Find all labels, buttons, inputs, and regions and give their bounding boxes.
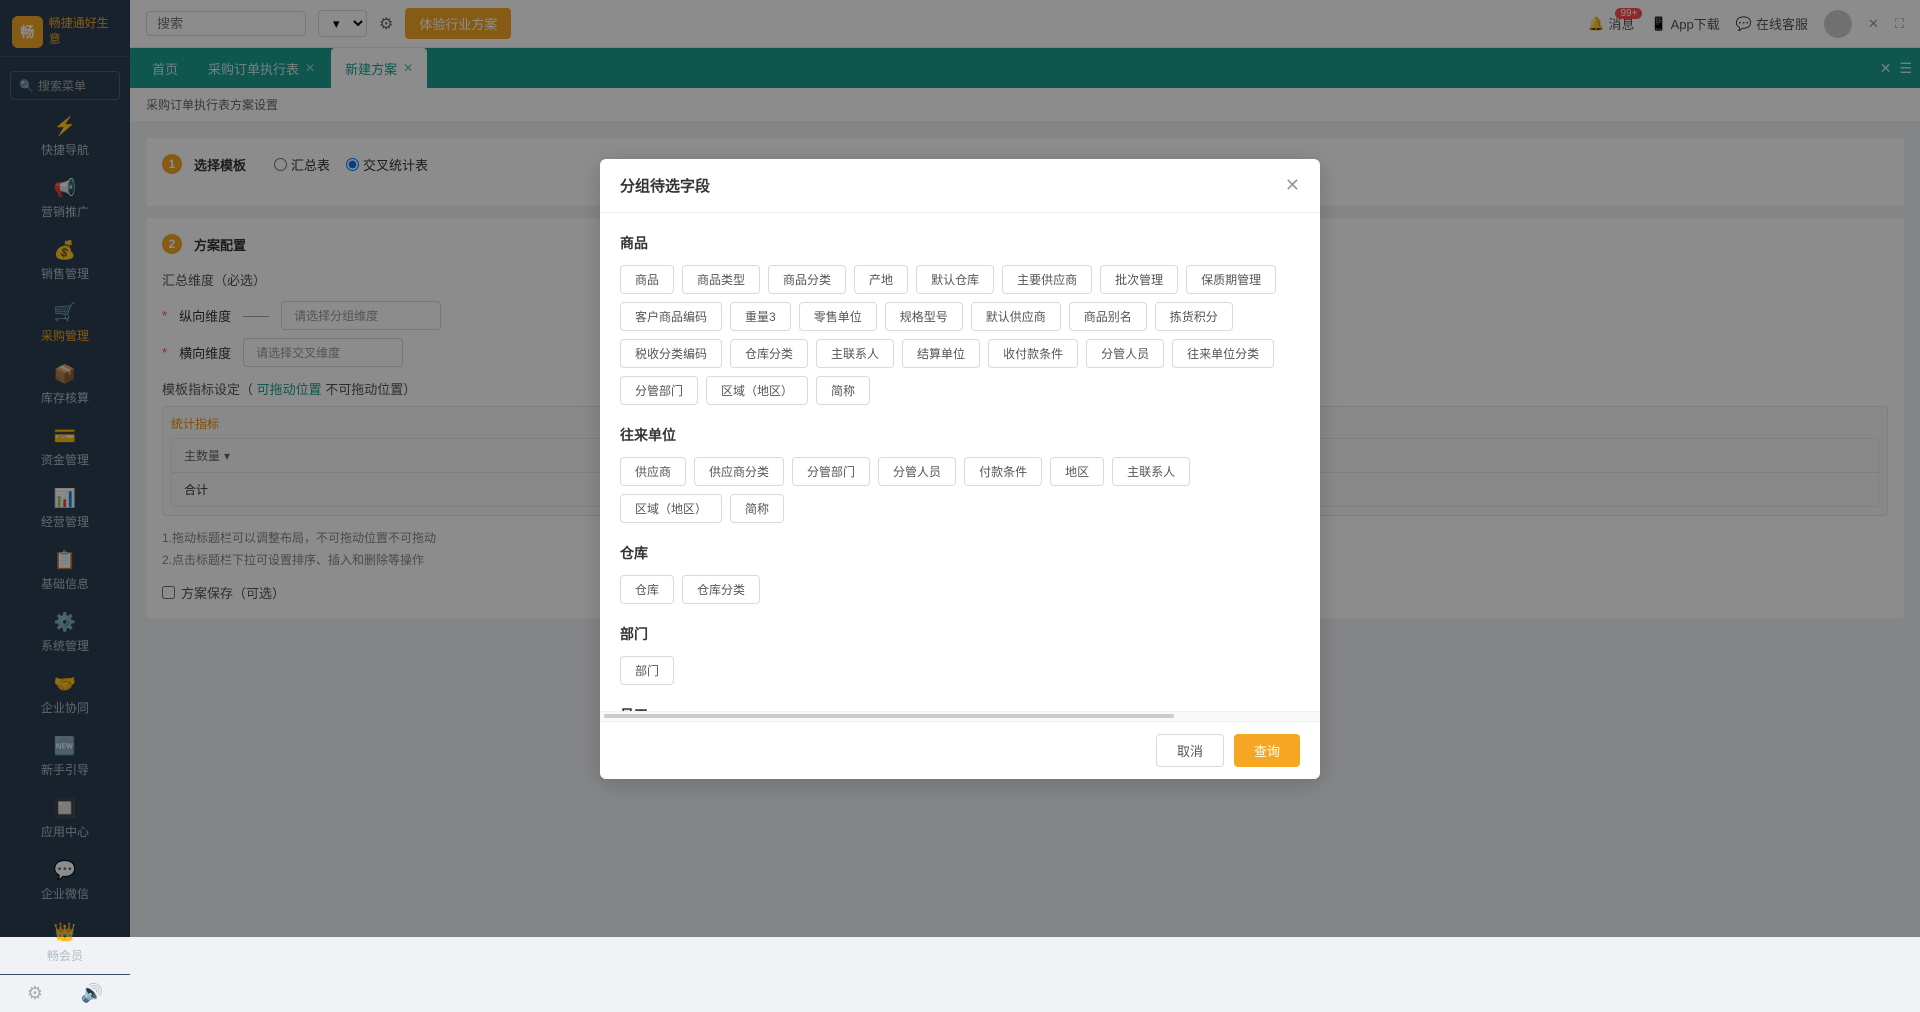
modal-footer: 取消 查询 <box>600 721 1320 779</box>
section-counterpart-tags: 供应商 供应商分类 分管部门 分管人员 付款条件 地区 主联系人 区域（地区） … <box>620 457 1300 523</box>
modal-title: 分组待选字段 <box>620 175 710 196</box>
tag-goods-10[interactable]: 零售单位 <box>799 302 877 331</box>
tag-cp-4[interactable]: 付款条件 <box>964 457 1042 486</box>
tag-goods-16[interactable]: 仓库分类 <box>730 339 808 368</box>
tag-goods-24[interactable]: 简称 <box>816 376 870 405</box>
tag-goods-17[interactable]: 主联系人 <box>816 339 894 368</box>
sidebar-bottom: ⚙ 🔊 <box>0 974 130 1012</box>
section-department-title: 部门 <box>620 624 1300 644</box>
modal-header: 分组待选字段 ✕ <box>600 159 1320 213</box>
tag-cp-7[interactable]: 区域（地区） <box>620 494 722 523</box>
section-goods-title: 商品 <box>620 233 1300 253</box>
tag-goods-7[interactable]: 保质期管理 <box>1186 265 1276 294</box>
modal-horizontal-scrollbar[interactable] <box>600 711 1320 721</box>
tag-goods-21[interactable]: 往来单位分类 <box>1172 339 1274 368</box>
tag-goods-1[interactable]: 商品类型 <box>682 265 760 294</box>
tag-goods-5[interactable]: 主要供应商 <box>1002 265 1092 294</box>
confirm-button[interactable]: 查询 <box>1234 734 1300 767</box>
section-department-tags: 部门 <box>620 656 1300 685</box>
tag-goods-8[interactable]: 客户商品编码 <box>620 302 722 331</box>
section-warehouse: 仓库 仓库 仓库分类 <box>620 543 1300 604</box>
tag-cp-0[interactable]: 供应商 <box>620 457 686 486</box>
cancel-button[interactable]: 取消 <box>1156 734 1224 767</box>
tag-cp-1[interactable]: 供应商分类 <box>694 457 784 486</box>
app-wrapper: 畅 畅捷通好生意 🔍 搜索菜单 ⚡ 快捷导航 📢 营销推广 💰 销售管理 🛒 采… <box>0 0 1920 937</box>
section-goods-tags: 商品 商品类型 商品分类 产地 默认仓库 主要供应商 批次管理 保质期管理 客户… <box>620 265 1300 405</box>
tag-goods-4[interactable]: 默认仓库 <box>916 265 994 294</box>
tag-wh-0[interactable]: 仓库 <box>620 575 674 604</box>
tag-cp-8[interactable]: 简称 <box>730 494 784 523</box>
settings-bottom-icon[interactable]: ⚙ <box>27 983 43 1004</box>
tag-goods-14[interactable]: 拣货积分 <box>1155 302 1233 331</box>
modal-close-button[interactable]: ✕ <box>1285 175 1300 196</box>
section-counterpart: 往来单位 供应商 供应商分类 分管部门 分管人员 付款条件 地区 主联系人 区域… <box>620 425 1300 523</box>
section-warehouse-title: 仓库 <box>620 543 1300 563</box>
section-counterpart-title: 往来单位 <box>620 425 1300 445</box>
tag-goods-6[interactable]: 批次管理 <box>1100 265 1178 294</box>
tag-goods-22[interactable]: 分管部门 <box>620 376 698 405</box>
tag-cp-5[interactable]: 地区 <box>1050 457 1104 486</box>
tag-cp-6[interactable]: 主联系人 <box>1112 457 1190 486</box>
tag-goods-15[interactable]: 税收分类编码 <box>620 339 722 368</box>
tag-cp-3[interactable]: 分管人员 <box>878 457 956 486</box>
modal-body[interactable]: 商品 商品 商品类型 商品分类 产地 默认仓库 主要供应商 批次管理 保质期管理… <box>600 213 1320 711</box>
tag-goods-19[interactable]: 收付款条件 <box>988 339 1078 368</box>
sidebar-item-label: 畅会员 <box>47 947 83 964</box>
tag-goods-9[interactable]: 重量3 <box>730 302 791 331</box>
tag-goods-11[interactable]: 规格型号 <box>885 302 963 331</box>
tag-goods-23[interactable]: 区域（地区） <box>706 376 808 405</box>
tag-cp-2[interactable]: 分管部门 <box>792 457 870 486</box>
audio-bottom-icon[interactable]: 🔊 <box>81 983 103 1004</box>
section-department: 部门 部门 <box>620 624 1300 685</box>
modal-overlay: 分组待选字段 ✕ 商品 商品 商品类型 商品分类 产地 默认仓库 <box>130 0 1920 937</box>
tag-dept-0[interactable]: 部门 <box>620 656 674 685</box>
main-content: ▾ ⚙ 体验行业方案 🔔 消息 99+ 📱 App下载 💬 在线客服 <box>130 0 1920 937</box>
section-warehouse-tags: 仓库 仓库分类 <box>620 575 1300 604</box>
tag-goods-3[interactable]: 产地 <box>854 265 908 294</box>
section-goods: 商品 商品 商品类型 商品分类 产地 默认仓库 主要供应商 批次管理 保质期管理… <box>620 233 1300 405</box>
tag-goods-0[interactable]: 商品 <box>620 265 674 294</box>
tag-goods-18[interactable]: 结算单位 <box>902 339 980 368</box>
tag-goods-13[interactable]: 商品别名 <box>1069 302 1147 331</box>
tag-goods-2[interactable]: 商品分类 <box>768 265 846 294</box>
tag-goods-12[interactable]: 默认供应商 <box>971 302 1061 331</box>
tag-wh-1[interactable]: 仓库分类 <box>682 575 760 604</box>
hscroll-thumb <box>604 714 1174 718</box>
tag-goods-20[interactable]: 分管人员 <box>1086 339 1164 368</box>
field-selection-modal: 分组待选字段 ✕ 商品 商品 商品类型 商品分类 产地 默认仓库 <box>600 159 1320 779</box>
